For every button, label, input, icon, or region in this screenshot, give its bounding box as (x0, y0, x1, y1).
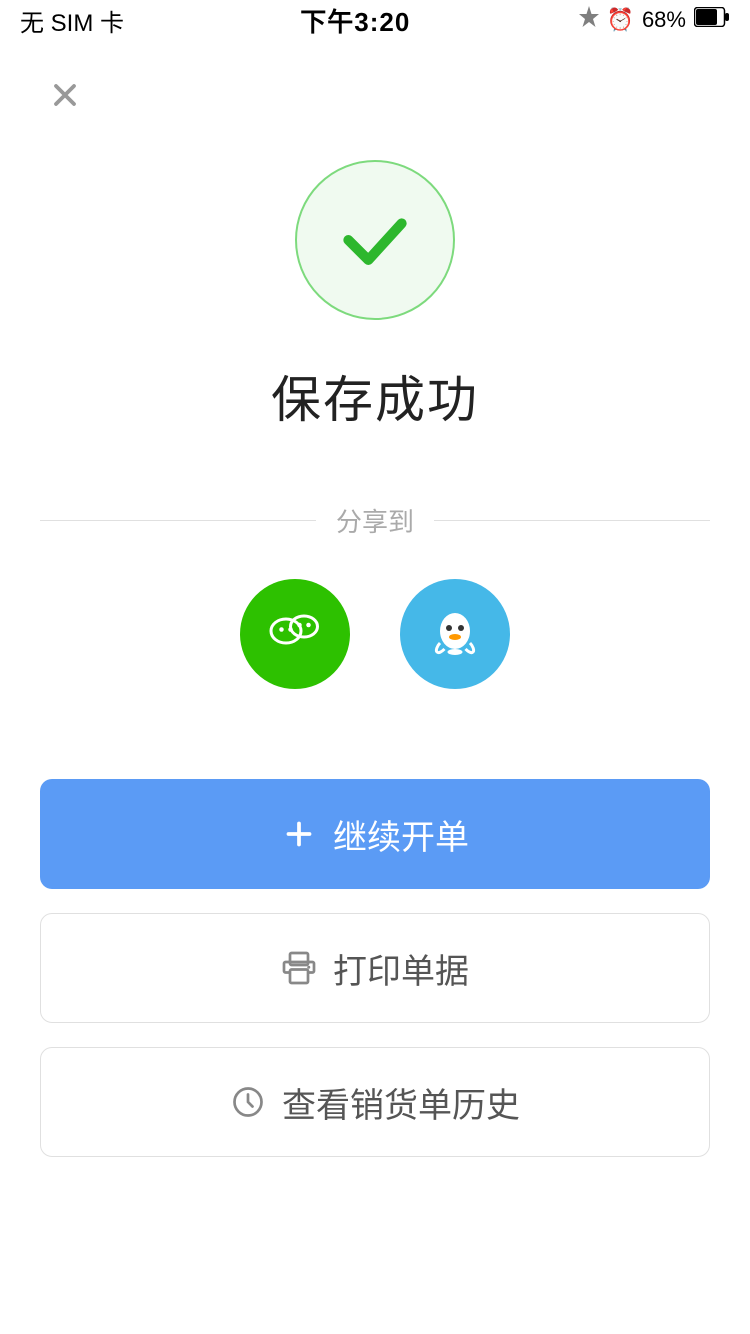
qq-share-button[interactable] (400, 579, 510, 689)
continue-button[interactable]: 继续开单 (40, 779, 710, 889)
battery-icon (694, 7, 730, 33)
close-button[interactable] (40, 70, 90, 120)
printer-icon (281, 950, 317, 986)
status-right: ⏰ 68% (579, 6, 730, 34)
success-section: 保存成功 (0, 130, 750, 502)
share-icons (40, 579, 710, 689)
divider-right (434, 520, 710, 521)
actions-section: 继续开单 打印单据 查看销货单历史 (0, 759, 750, 1177)
history-button[interactable]: 查看销货单历史 (40, 1047, 710, 1157)
continue-label: 继续开单 (333, 810, 469, 859)
divider-left (40, 520, 316, 521)
share-label: 分享到 (336, 502, 414, 539)
plus-icon (281, 816, 317, 852)
sim-label: 无 SIM 卡 (20, 3, 124, 38)
print-label: 打印单据 (333, 944, 469, 993)
status-bar: 无 SIM 卡 下午3:20 ⏰ 68% (0, 0, 750, 40)
history-label: 查看销货单历史 (282, 1078, 520, 1127)
status-left: 无 SIM 卡 (20, 3, 132, 38)
share-divider: 分享到 (40, 502, 710, 539)
wechat-share-button[interactable] (240, 579, 350, 689)
check-circle (295, 160, 455, 320)
share-section: 分享到 (0, 502, 750, 719)
status-time: 下午3:20 (300, 2, 410, 39)
location-icon (579, 6, 599, 34)
close-area (0, 40, 750, 130)
battery-text: 68% (642, 7, 686, 33)
print-button[interactable]: 打印单据 (40, 913, 710, 1023)
alarm-icon: ⏰ (607, 7, 634, 33)
success-title: 保存成功 (271, 360, 479, 432)
history-icon (230, 1084, 266, 1120)
